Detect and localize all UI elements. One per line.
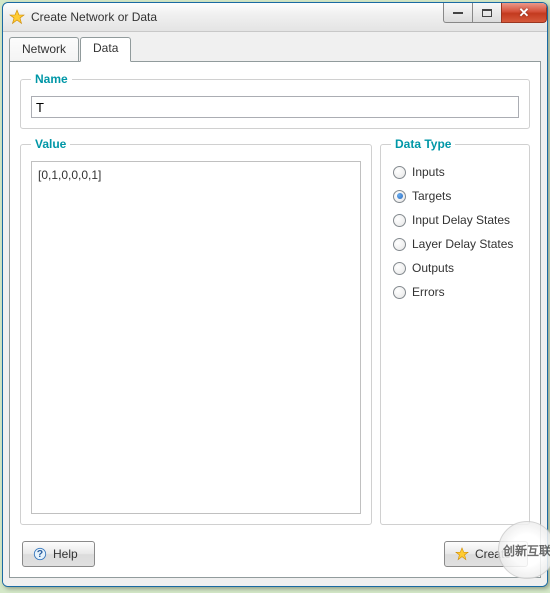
radio-label: Input Delay States [412, 213, 510, 227]
tab-network[interactable]: Network [9, 37, 79, 61]
radio-errors[interactable]: Errors [393, 285, 517, 299]
radio-label: Layer Delay States [412, 237, 513, 251]
minimize-button[interactable] [443, 3, 473, 23]
window-controls: ✕ [444, 3, 547, 23]
data-type-group: Data Type Inputs Targets Input Delay [380, 137, 530, 525]
name-legend: Name [31, 72, 72, 86]
value-display[interactable]: [0,1,0,0,0,1] [31, 161, 361, 514]
button-row: ? Help Create [20, 533, 530, 567]
radio-inputs[interactable]: Inputs [393, 165, 517, 179]
watermark: 创新互联 [498, 521, 550, 579]
value-legend: Value [31, 137, 70, 151]
data-type-radios: Inputs Targets Input Delay States L [391, 161, 519, 303]
radio-icon [393, 166, 406, 179]
radio-outputs[interactable]: Outputs [393, 261, 517, 275]
app-star-icon [9, 9, 25, 25]
maximize-icon [482, 9, 492, 17]
radio-targets[interactable]: Targets [393, 189, 517, 203]
data-type-legend: Data Type [391, 137, 455, 151]
help-button[interactable]: ? Help [22, 541, 95, 567]
value-group: Value [0,1,0,0,0,1] [20, 137, 372, 525]
tabs-bar: Network Data [9, 37, 541, 61]
radio-label: Inputs [412, 165, 445, 179]
radio-label: Errors [412, 285, 445, 299]
radio-icon [393, 262, 406, 275]
radio-icon [393, 190, 406, 203]
name-input[interactable] [31, 96, 519, 118]
radio-label: Outputs [412, 261, 454, 275]
minimize-icon [453, 12, 463, 14]
dialog-window: Create Network or Data ✕ Network Data Na… [2, 2, 548, 587]
tab-data[interactable]: Data [80, 37, 131, 62]
radio-layer-delay-states[interactable]: Layer Delay States [393, 237, 517, 251]
help-icon: ? [33, 547, 47, 561]
maximize-button[interactable] [472, 3, 502, 23]
close-icon: ✕ [519, 5, 530, 21]
svg-text:?: ? [37, 548, 43, 560]
radio-input-delay-states[interactable]: Input Delay States [393, 213, 517, 227]
radio-label: Targets [412, 189, 451, 203]
close-button[interactable]: ✕ [501, 3, 547, 23]
radio-icon [393, 214, 406, 227]
help-label: Help [53, 547, 78, 561]
name-group: Name [20, 72, 530, 129]
radio-icon [393, 238, 406, 251]
tab-panel: Name Value [0,1,0,0,0,1] Data Type Input… [9, 61, 541, 578]
titlebar[interactable]: Create Network or Data ✕ [3, 3, 547, 32]
radio-icon [393, 286, 406, 299]
dialog-content: Network Data Name Value [0,1,0,0,0,1] Da… [3, 32, 547, 586]
star-icon [455, 547, 469, 561]
